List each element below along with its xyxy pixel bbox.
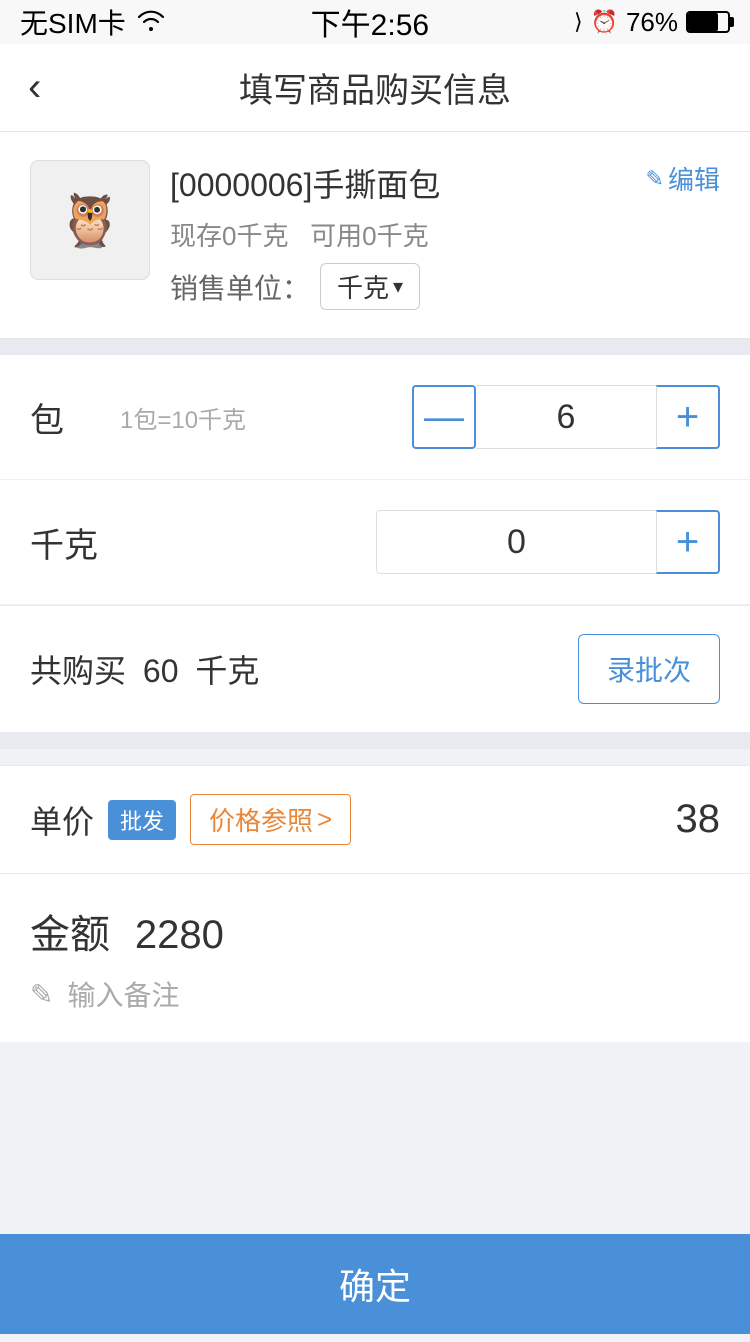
product-thumbnail: 🦉 <box>30 160 150 280</box>
product-info: [0000006]手撕面包 ✎ 编辑 现存0千克 可用0千克 销售单位： 千克 … <box>170 160 720 310</box>
price-ref-arrow: > <box>317 804 332 835</box>
package-input[interactable] <box>476 385 656 449</box>
amount-row: 金额 2280 <box>0 874 750 964</box>
wifi-icon <box>136 6 166 38</box>
kg-row: 千克 + <box>0 480 750 605</box>
product-unit-row: 销售单位： 千克 ▾ <box>170 263 720 310</box>
battery-icon <box>686 11 730 33</box>
price-section: 单价 批发 价格参照 > 38 <box>0 765 750 874</box>
product-stock: 现存0千克 可用0千克 <box>170 216 720 253</box>
kg-input[interactable] <box>376 510 656 574</box>
confirm-button[interactable]: 确定 <box>0 1234 750 1334</box>
carrier-label: 无SIM卡 <box>20 2 126 42</box>
page-title: 填写商品购买信息 <box>239 63 511 112</box>
price-ref-button[interactable]: 价格参照 > <box>190 794 351 845</box>
amount-section: 金额 2280 ✎ 输入备注 <box>0 874 750 1042</box>
product-top-row: [0000006]手撕面包 ✎ 编辑 <box>170 160 720 216</box>
chevron-down-icon: ▾ <box>393 274 403 299</box>
package-row: 包 1包=10千克 — + <box>0 355 750 480</box>
product-thumb-icon: 🦉 <box>58 190 123 251</box>
package-minus-button[interactable]: — <box>412 385 476 449</box>
status-time: 下午2:56 <box>311 0 429 44</box>
amount-value: 2280 <box>135 913 224 957</box>
product-name: [0000006]手撕面包 <box>170 160 440 206</box>
total-row: 共购买 60 千克 录批次 <box>0 605 750 733</box>
kg-stepper: + <box>376 510 720 574</box>
package-stepper: — + <box>412 385 720 449</box>
package-label: 包 <box>30 393 110 442</box>
status-left: 无SIM卡 <box>20 2 166 42</box>
price-row: 单价 批发 价格参照 > 38 <box>30 794 720 845</box>
status-bar: 无SIM卡 下午2:56 ⟩ ⏰ 76% <box>0 0 750 44</box>
input-section: 包 1包=10千克 — + 千克 + <box>0 355 750 605</box>
back-button[interactable]: ‹ <box>28 65 41 110</box>
price-tag: 批发 <box>108 800 176 840</box>
kg-plus-button[interactable]: + <box>656 510 720 574</box>
unit-select[interactable]: 千克 ▾ <box>320 263 420 310</box>
remark-row[interactable]: ✎ 输入备注 <box>0 964 750 1042</box>
status-right: ⟩ ⏰ 76% <box>574 7 730 38</box>
package-plus-button[interactable]: + <box>656 385 720 449</box>
battery-percent: 76% <box>626 7 678 38</box>
location-icon: ⟩ <box>574 9 583 35</box>
section-divider-2 <box>0 733 750 749</box>
remark-placeholder: 输入备注 <box>67 974 179 1014</box>
alarm-icon: ⏰ <box>591 9 618 35</box>
edit-button[interactable]: ✎ 编辑 <box>646 160 720 197</box>
section-divider-1 <box>0 339 750 355</box>
package-hint: 1包=10千克 <box>120 400 412 435</box>
price-label: 单价 <box>30 797 94 843</box>
amount-label: 金额 <box>30 913 110 957</box>
nav-bar: ‹ 填写商品购买信息 <box>0 44 750 132</box>
product-card: 🦉 [0000006]手撕面包 ✎ 编辑 现存0千克 可用0千克 销售单位： 千… <box>0 132 750 339</box>
record-batch-button[interactable]: 录批次 <box>578 634 720 704</box>
price-value: 38 <box>676 797 721 842</box>
kg-label: 千克 <box>30 518 110 567</box>
pencil-icon: ✎ <box>30 978 53 1011</box>
total-text: 共购买 60 千克 <box>30 646 259 692</box>
